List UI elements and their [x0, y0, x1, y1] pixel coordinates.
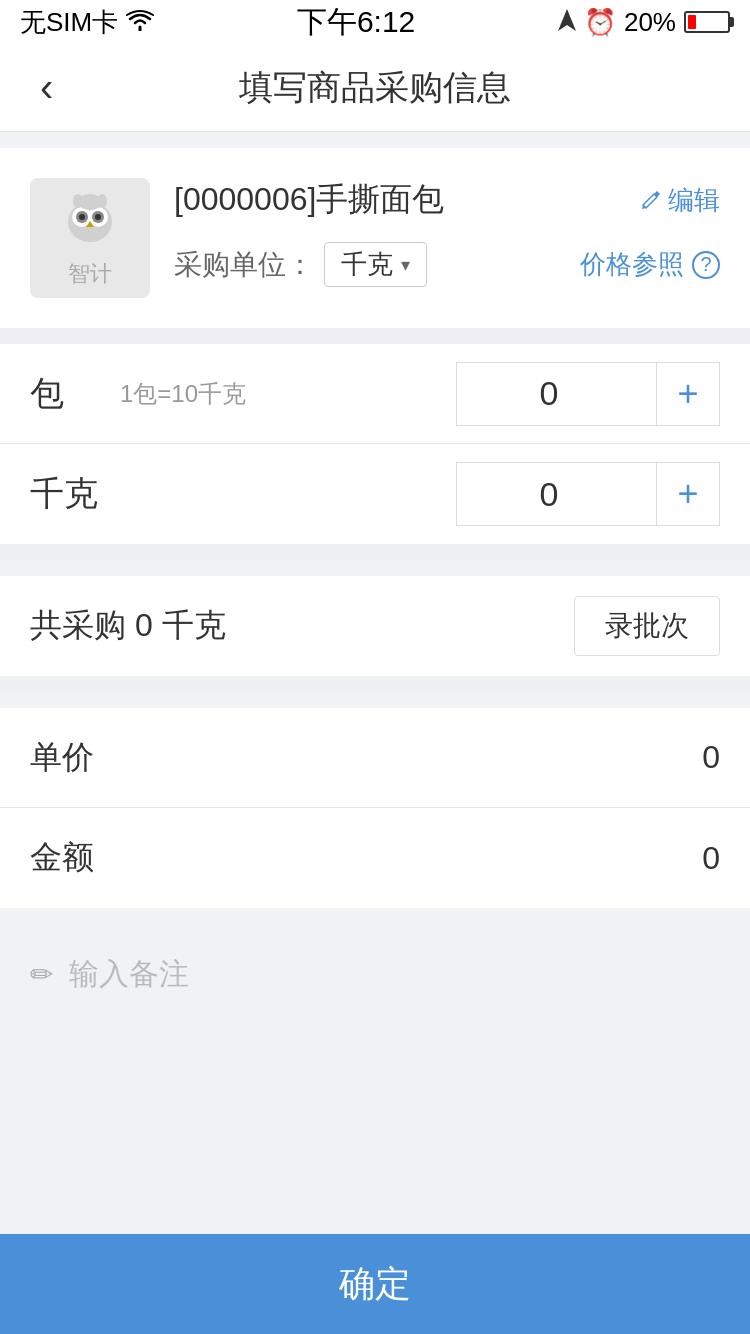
location-icon [558, 7, 576, 38]
kg-plus-button[interactable]: + [656, 462, 720, 526]
section-divider-1 [0, 328, 750, 344]
unit-price-value: 0 [702, 739, 720, 776]
unit-price-row: 单价 0 [0, 708, 750, 808]
bao-input[interactable] [456, 362, 656, 426]
product-info: [0000006]手撕面包 编辑 采购单位： 千克 ▾ [174, 178, 720, 287]
chevron-down-icon: ▾ [401, 254, 410, 276]
amount-row: 金额 0 [0, 808, 750, 908]
svg-point-7 [95, 214, 101, 220]
product-owl-icon [60, 187, 120, 255]
notes-section[interactable]: ✏ 输入备注 [0, 924, 750, 1025]
svg-point-11 [97, 194, 107, 208]
section-divider-3 [0, 676, 750, 692]
bao-plus-button[interactable]: + [656, 362, 720, 426]
status-bar: 无SIM卡 下午6:12 ⏰ 20% [0, 0, 750, 44]
bao-input-right: + [456, 362, 720, 426]
summary-section: 共采购 0 千克 录批次 [0, 576, 750, 676]
section-divider-2 [0, 544, 750, 560]
notes-placeholder: 输入备注 [69, 954, 189, 995]
svg-marker-0 [558, 9, 576, 31]
summary-row: 共采购 0 千克 录批次 [0, 576, 750, 676]
kg-input-row: 千克 + [0, 444, 750, 544]
status-left: 无SIM卡 [20, 5, 154, 40]
confirm-button[interactable]: 确定 [0, 1234, 750, 1334]
price-ref-help-icon: ? [692, 251, 720, 279]
summary-text: 共采购 0 千克 [30, 604, 226, 648]
wifi-icon [126, 7, 154, 38]
kg-input[interactable] [456, 462, 656, 526]
battery-percent: 20% [624, 7, 676, 38]
alarm-icon: ⏰ [584, 7, 616, 38]
unit-value: 千克 [341, 247, 393, 282]
purchase-unit-label: 采购单位： [174, 246, 314, 284]
pencil-icon: ✏ [30, 958, 53, 991]
svg-point-10 [73, 194, 83, 208]
bao-label: 包 [30, 371, 110, 417]
product-card: 智计 [0000006]手撕面包 编辑 采购单位： 千克 [0, 148, 750, 328]
main-content: 智计 [0000006]手撕面包 编辑 采购单位： 千克 [0, 148, 750, 1145]
unit-price-label: 单价 [30, 736, 94, 780]
kg-label: 千克 [30, 471, 110, 517]
unit-select[interactable]: 千克 ▾ [324, 242, 427, 287]
status-right: ⏰ 20% [558, 7, 730, 38]
page-title: 填写商品采购信息 [239, 65, 511, 111]
amount-value: 0 [702, 840, 720, 877]
nav-bar: ‹ 填写商品采购信息 [0, 44, 750, 132]
status-time: 下午6:12 [297, 2, 415, 43]
battery-icon [684, 11, 730, 33]
price-ref-button[interactable]: 价格参照 ? [580, 247, 720, 282]
confirm-label: 确定 [339, 1260, 411, 1309]
bao-input-row: 包 1包=10千克 + [0, 344, 750, 444]
sim-label: 无SIM卡 [20, 5, 118, 40]
back-button[interactable]: ‹ [30, 55, 63, 120]
amount-label: 金额 [30, 836, 94, 880]
input-section: 包 1包=10千克 + 千克 + [0, 344, 750, 544]
purchase-unit-row: 采购单位： 千克 ▾ 价格参照 ? [174, 242, 720, 287]
product-name-row: [0000006]手撕面包 编辑 [174, 178, 720, 222]
product-image: 智计 [30, 178, 150, 298]
bao-hint: 1包=10千克 [120, 378, 246, 410]
record-batch-button[interactable]: 录批次 [574, 596, 720, 656]
price-ref-label: 价格参照 [580, 247, 684, 282]
edit-button[interactable]: 编辑 [640, 183, 720, 218]
kg-input-right: + [456, 462, 720, 526]
price-section: 单价 0 金额 0 [0, 708, 750, 908]
svg-point-6 [79, 214, 85, 220]
product-name: [0000006]手撕面包 [174, 178, 444, 222]
product-brand-label: 智计 [68, 259, 112, 289]
